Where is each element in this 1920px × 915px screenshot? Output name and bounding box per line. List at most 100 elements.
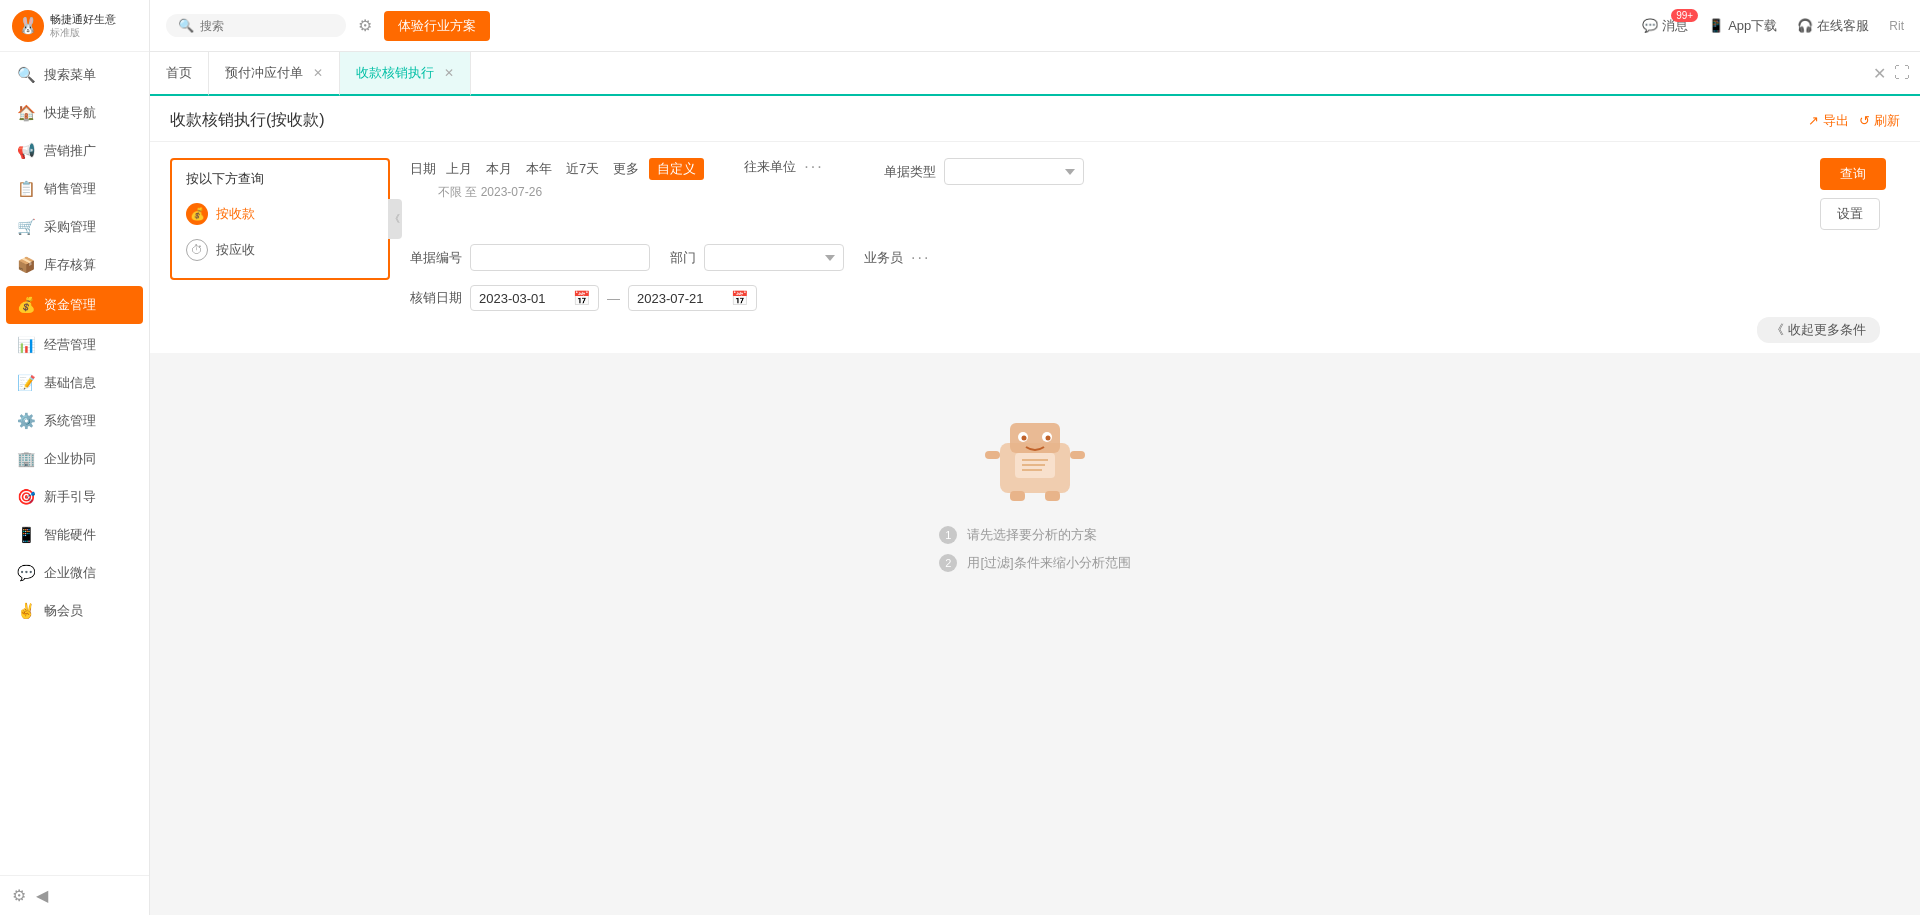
member-nav-icon: ✌	[16, 602, 36, 620]
sidebar-item-marketing[interactable]: 📢 营销推广	[0, 132, 149, 170]
step-1-num: 1	[939, 526, 957, 544]
empty-illustration	[980, 413, 1090, 506]
setting-button[interactable]: 设置	[1820, 198, 1880, 230]
expand-more-area: 《 收起更多条件	[170, 311, 1900, 353]
docno-label: 单据编号	[410, 249, 462, 267]
page-header-actions: ↗ 导出 ↺ 刷新	[1808, 112, 1900, 130]
date-btn-more[interactable]: 更多	[609, 158, 643, 180]
sidebar-item-finance[interactable]: 💰 资金管理	[6, 286, 143, 324]
query-button[interactable]: 查询	[1820, 158, 1886, 190]
doctype-filter: 单据类型	[884, 158, 1084, 185]
svg-rect-6	[985, 451, 1000, 459]
partner-dots-btn[interactable]: ···	[804, 158, 823, 176]
date-label: 日期	[410, 160, 436, 178]
dept-filter: 部门	[670, 244, 844, 271]
sidebar-item-purchase[interactable]: 🛒 采购管理	[0, 208, 149, 246]
partner-label: 往来单位	[744, 158, 796, 176]
date-filter: 日期 上月 本月 本年 近7天 更多 自定义	[410, 158, 704, 201]
expand-more-btn[interactable]: 《 收起更多条件	[1757, 317, 1880, 343]
empty-steps: 1 请先选择要分析的方案 2 用[过滤]条件来缩小分析范围	[939, 526, 1130, 572]
marketing-nav-icon: 📢	[16, 142, 36, 160]
sidebar-item-operation[interactable]: 📊 经营管理	[0, 326, 149, 364]
tab-close-btn[interactable]: ✕	[1873, 64, 1886, 83]
tab-maximize-btn[interactable]: ⛶	[1894, 64, 1910, 82]
topbar-msg-btn[interactable]: 💬 消息 99+	[1642, 17, 1688, 35]
writeoff-start-wrap: 📅	[470, 285, 599, 311]
settings-bottom-icon[interactable]: ⚙	[12, 886, 26, 905]
topbar-gear-icon[interactable]: ⚙	[358, 16, 372, 35]
empty-step-1: 1 请先选择要分析的方案	[939, 526, 1130, 544]
home-nav-icon: 🏠	[16, 104, 36, 122]
date-no-limit-text: 不限 至 2023-07-26	[438, 185, 542, 199]
date-btn-custom[interactable]: 自定义	[649, 158, 704, 180]
msg-badge: 99+	[1671, 9, 1698, 22]
svg-point-4	[1022, 436, 1027, 441]
tab-prepay-close[interactable]: ✕	[313, 66, 323, 80]
sidebar-item-hardware[interactable]: 📱 智能硬件	[0, 516, 149, 554]
filter-left-panel: 按以下方查询 💰 按收款 ⏱ 按应收 《	[170, 158, 390, 280]
operation-nav-icon: 📊	[16, 336, 36, 354]
writeoff-end-input[interactable]	[637, 291, 727, 306]
sidebar-item-search[interactable]: 🔍 搜索菜单	[0, 56, 149, 94]
doctype-label: 单据类型	[884, 163, 936, 181]
filter-form-area: 日期 上月 本月 本年 近7天 更多 自定义	[390, 158, 1900, 311]
tabbar: 首页 预付冲应付单 ✕ 收款核销执行 ✕ ✕ ⛶	[150, 52, 1920, 96]
enterprise-nav-icon: 🏢	[16, 450, 36, 468]
filter-panel-collapse-btn[interactable]: 《	[388, 199, 402, 239]
date-btn-this-month[interactable]: 本月	[482, 158, 516, 180]
date-btn-last7days[interactable]: 近7天	[562, 158, 603, 180]
tab-home[interactable]: 首页	[150, 52, 209, 96]
sidebar-item-enterprise[interactable]: 🏢 企业协同	[0, 440, 149, 478]
sidebar-item-guide[interactable]: 🎯 新手引导	[0, 478, 149, 516]
filter-option-by-receipt[interactable]: 💰 按收款	[172, 196, 388, 232]
sidebar-item-system[interactable]: ⚙️ 系统管理	[0, 402, 149, 440]
sidebar-item-member[interactable]: ✌ 畅会员	[0, 592, 149, 630]
empty-robot-svg	[980, 413, 1090, 503]
sidebar-item-quick-nav[interactable]: 🏠 快捷导航	[0, 94, 149, 132]
sidebar: 🐰 畅捷通好生意 标准版 🔍 搜索菜单 🏠 快捷导航 📢 营销推广 📋 销售管理…	[0, 0, 150, 915]
topbar-service-btn[interactable]: 🎧 在线客服	[1797, 17, 1869, 35]
topbar: 🔍 ⚙ 体验行业方案 💬 消息 99+ 📱 App下载 🎧 在线客服 Rit	[150, 0, 1920, 52]
tab-collection-close[interactable]: ✕	[444, 66, 454, 80]
inventory-nav-icon: 📦	[16, 256, 36, 274]
doctype-select[interactable]	[944, 158, 1084, 185]
sidebar-bottom: ⚙ ◀	[0, 875, 149, 915]
sidebar-item-sales[interactable]: 📋 销售管理	[0, 170, 149, 208]
topbar-right: 💬 消息 99+ 📱 App下载 🎧 在线客服 Rit	[1642, 17, 1904, 35]
page-title: 收款核销执行(按收款)	[170, 110, 325, 131]
sidebar-item-inventory[interactable]: 📦 库存核算	[0, 246, 149, 284]
sidebar-item-wechat[interactable]: 💬 企业微信	[0, 554, 149, 592]
date-btn-last-month[interactable]: 上月	[442, 158, 476, 180]
step-1-text: 请先选择要分析的方案	[967, 526, 1097, 544]
svg-rect-7	[1070, 451, 1085, 459]
filter-panel-title: 按以下方查询	[172, 170, 388, 196]
sidebar-item-basic[interactable]: 📝 基础信息	[0, 364, 149, 402]
dept-select[interactable]	[704, 244, 844, 271]
refresh-button[interactable]: ↺ 刷新	[1859, 112, 1900, 130]
topbar-search-box[interactable]: 🔍	[166, 14, 346, 37]
tab-collection[interactable]: 收款核销执行 ✕	[340, 52, 471, 96]
topbar-search-input[interactable]	[200, 19, 330, 33]
topbar-app-btn[interactable]: 📱 App下载	[1708, 17, 1777, 35]
hardware-nav-icon: 📱	[16, 526, 36, 544]
topbar-user[interactable]: Rit	[1889, 19, 1904, 33]
refresh-icon: ↺	[1859, 113, 1870, 128]
collapse-sidebar-icon[interactable]: ◀	[36, 886, 48, 905]
writeoff-end-cal-icon[interactable]: 📅	[731, 290, 748, 306]
topbar-solution-btn[interactable]: 体验行业方案	[384, 11, 490, 41]
filter-option-by-receivable[interactable]: ⏱ 按应收	[172, 232, 388, 268]
date-separator: —	[607, 291, 620, 306]
writeoff-start-cal-icon[interactable]: 📅	[573, 290, 590, 306]
writeoff-start-input[interactable]	[479, 291, 569, 306]
main-content: 🔍 ⚙ 体验行业方案 💬 消息 99+ 📱 App下载 🎧 在线客服 Rit 首…	[150, 0, 1920, 915]
tab-prepay[interactable]: 预付冲应付单 ✕	[209, 52, 340, 96]
export-button[interactable]: ↗ 导出	[1808, 112, 1849, 130]
docno-input[interactable]	[470, 244, 650, 271]
docno-filter: 单据编号	[410, 244, 650, 271]
basic-nav-icon: 📝	[16, 374, 36, 392]
tab-spacer	[471, 52, 1863, 94]
receivable-option-icon: ⏱	[186, 239, 208, 261]
filter-row2: 单据编号 部门 业务员 ···	[390, 244, 1900, 271]
staff-dots-btn[interactable]: ···	[911, 249, 930, 267]
date-btn-this-year[interactable]: 本年	[522, 158, 556, 180]
